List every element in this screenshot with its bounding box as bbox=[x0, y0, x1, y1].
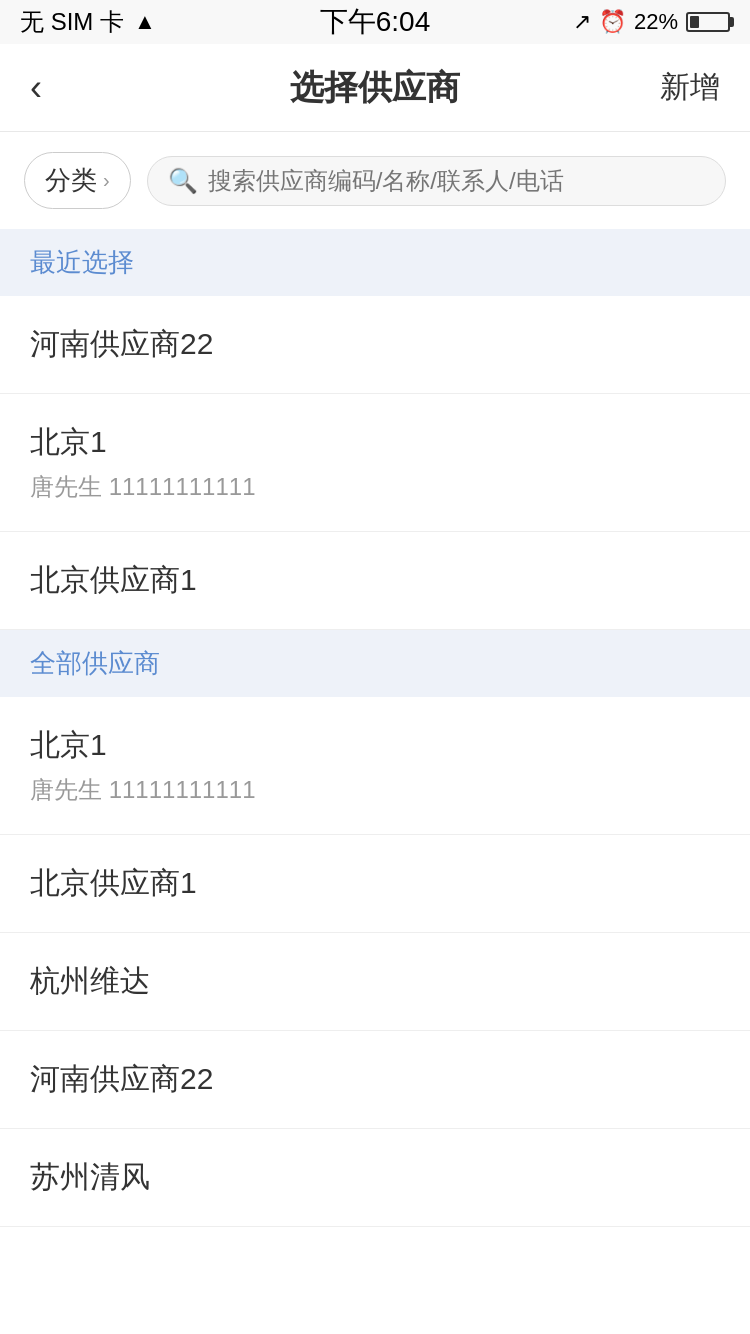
status-bar: 无 SIM 卡 ▲ 下午6:04 ↗ ⏰ 22% bbox=[0, 0, 750, 44]
back-button[interactable]: ‹ bbox=[30, 67, 90, 109]
page-title: 选择供应商 bbox=[290, 65, 460, 111]
item-sub: 唐先生 11111111111 bbox=[30, 471, 720, 503]
add-button[interactable]: 新增 bbox=[660, 67, 720, 108]
item-name: 杭州维达 bbox=[30, 961, 720, 1002]
item-name: 北京供应商1 bbox=[30, 863, 720, 904]
alarm-icon: ⏰ bbox=[599, 9, 626, 35]
search-icon: 🔍 bbox=[168, 167, 198, 195]
item-name: 北京1 bbox=[30, 422, 720, 463]
category-label: 分类 bbox=[45, 163, 97, 198]
recent-list: 河南供应商22 北京1 唐先生 11111111111 北京供应商1 bbox=[0, 296, 750, 630]
list-item[interactable]: 河南供应商22 bbox=[0, 296, 750, 394]
item-name: 苏州清风 bbox=[30, 1157, 720, 1198]
item-name: 河南供应商22 bbox=[30, 324, 720, 365]
category-filter-button[interactable]: 分类 › bbox=[24, 152, 131, 209]
search-box[interactable]: 🔍 bbox=[147, 156, 726, 206]
filter-row: 分类 › 🔍 bbox=[0, 132, 750, 229]
all-section-header: 全部供应商 bbox=[0, 630, 750, 697]
recent-section-header: 最近选择 bbox=[0, 229, 750, 296]
list-item[interactable]: 北京1 唐先生 11111111111 bbox=[0, 697, 750, 835]
status-time: 下午6:04 bbox=[320, 3, 431, 41]
item-name: 北京1 bbox=[30, 725, 720, 766]
carrier-text: 无 SIM 卡 bbox=[20, 6, 124, 38]
list-item[interactable]: 河南供应商22 bbox=[0, 1031, 750, 1129]
wifi-icon: ▲ bbox=[134, 9, 156, 35]
list-item[interactable]: 北京供应商1 bbox=[0, 835, 750, 933]
all-section-label: 全部供应商 bbox=[30, 648, 160, 678]
list-item[interactable]: 北京供应商1 bbox=[0, 532, 750, 630]
chevron-right-icon: › bbox=[103, 169, 110, 192]
battery-percentage: 22% bbox=[634, 9, 678, 35]
list-item[interactable]: 苏州清风 bbox=[0, 1129, 750, 1227]
item-sub: 唐先生 11111111111 bbox=[30, 774, 720, 806]
search-input[interactable] bbox=[208, 167, 705, 195]
recent-section-label: 最近选择 bbox=[30, 247, 134, 277]
list-item[interactable]: 北京1 唐先生 11111111111 bbox=[0, 394, 750, 532]
location-icon: ↗ bbox=[573, 9, 591, 35]
list-item[interactable]: 杭州维达 bbox=[0, 933, 750, 1031]
item-name: 河南供应商22 bbox=[30, 1059, 720, 1100]
status-right: ↗ ⏰ 22% bbox=[573, 9, 730, 35]
battery-icon bbox=[686, 12, 730, 32]
nav-bar: ‹ 选择供应商 新增 bbox=[0, 44, 750, 132]
status-left: 无 SIM 卡 ▲ bbox=[20, 6, 156, 38]
all-list: 北京1 唐先生 11111111111 北京供应商1 杭州维达河南供应商22 苏州清风 bbox=[0, 697, 750, 1227]
item-name: 北京供应商1 bbox=[30, 560, 720, 601]
